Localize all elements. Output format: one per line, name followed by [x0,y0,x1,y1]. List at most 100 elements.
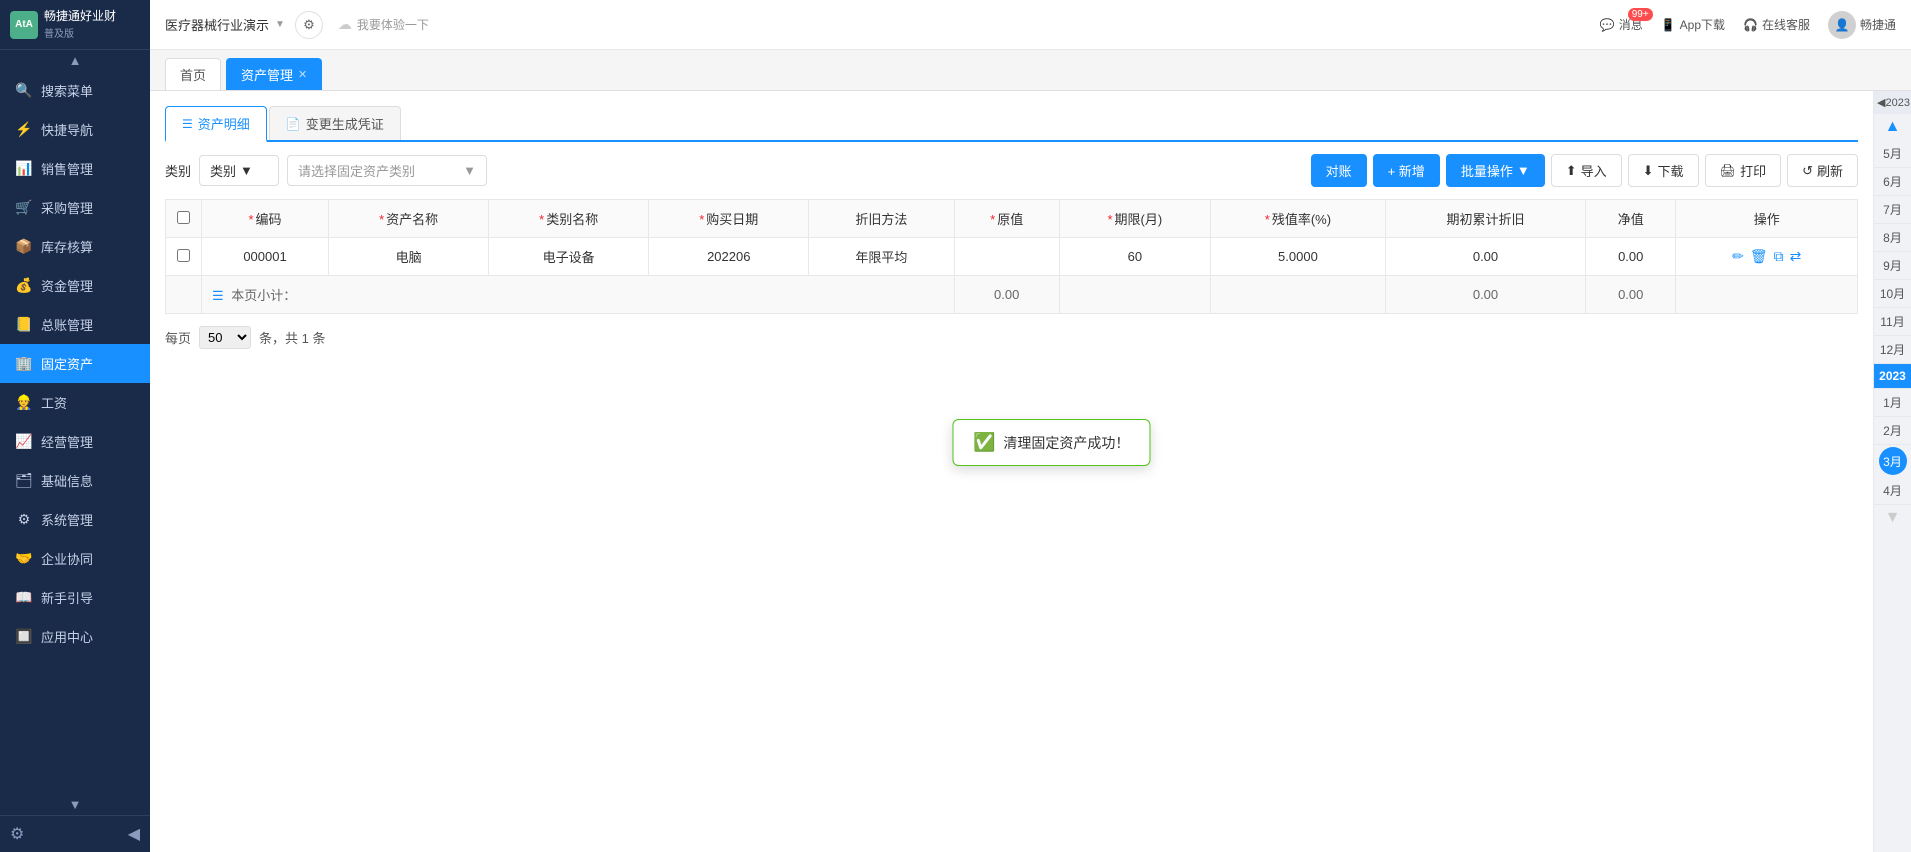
tab-close-icon[interactable]: ✕ [298,68,307,81]
sidebar-item-payroll[interactable]: 👷 工资 [0,383,150,422]
batch-button[interactable]: 批量操作 ▼ [1446,154,1545,187]
calendar-month-4[interactable]: 4月 [1874,477,1911,505]
sidebar-item-guide[interactable]: 📖 新手引导 [0,578,150,617]
subtotal-icon: ☰ [212,288,224,303]
tab-home[interactable]: 首页 [165,58,221,90]
app-icon: 📱 [1661,18,1676,32]
subtab-change-voucher-label: 变更生成凭证 [306,114,384,133]
sidebar-item-label: 固定资产 [41,354,93,373]
sidebar-item-app-center[interactable]: 🔲 应用中心 [0,617,150,656]
download-button[interactable]: ⬇ 下载 [1628,154,1699,187]
experience-link[interactable]: ☁ 我要体验一下 [338,16,429,33]
sidebar-item-enterprise[interactable]: 🤝 企业协同 [0,539,150,578]
sidebar-item-ledger[interactable]: 📒 总账管理 [0,305,150,344]
col-header-category: *类别名称 [489,200,649,238]
tab-asset-management[interactable]: 资产管理 ✕ [226,58,322,90]
dropdown-arrow-icon: ▼ [463,163,476,178]
gear-button[interactable]: ⚙ [295,11,323,39]
category-type-select[interactable]: 类别 ▼ [199,155,279,186]
calendar-month-6[interactable]: 6月 [1874,168,1911,196]
calendar-month-11[interactable]: 11月 [1874,308,1911,336]
sidebar-bottom: ⚙ ◀ [0,815,150,852]
app-download-button[interactable]: 📱 App下载 [1661,16,1725,33]
select-all-checkbox[interactable] [177,211,190,224]
message-icon: 💬 [1600,18,1615,32]
app-center-icon: 🔲 [15,628,33,646]
import-label: 导入 [1581,161,1607,180]
sidebar-item-inventory[interactable]: 📦 库存核算 [0,227,150,266]
refresh-button[interactable]: ↺ 刷新 [1787,154,1858,187]
sidebar-item-label: 总账管理 [41,315,93,334]
per-page-select[interactable]: 50 100 200 [199,326,251,349]
sidebar-item-sales[interactable]: 📊 销售管理 [0,149,150,188]
user-profile[interactable]: 👤 畅捷通 [1828,11,1896,39]
col-header-depreciation: 折旧方法 [809,200,954,238]
topbar: 医疗器械行业演示 ▼ ⚙ ☁ 我要体验一下 💬 消息 99+ 📱 App下载 🎧… [150,0,1911,50]
online-service-button[interactable]: 🎧 在线客服 [1743,16,1810,33]
sidebar-item-operations[interactable]: 📈 经营管理 [0,422,150,461]
calendar-month-2[interactable]: 2月 [1874,417,1911,445]
category-type-value: 类别 [210,161,236,180]
toolbar-right: 对账 + 新增 批量操作 ▼ ⬆ 导入 ⬇ 下载 [1311,154,1858,187]
toast-message: 清理固定资产成功！ [1003,433,1129,453]
sidebar-item-search[interactable]: 🔍 搜索菜单 [0,71,150,110]
message-badge: 99+ [1628,8,1653,21]
col-header-original-value: *原值 [954,200,1059,238]
calendar-month-1[interactable]: 1月 [1874,389,1911,417]
calendar-month-3-active[interactable]: 3月 [1879,447,1907,475]
calendar-list: ▲ 5月 6月 7月 8月 9月 10月 11月 12月 2023 1月 2月 … [1874,114,1911,852]
col-header-residual-rate: *残值率(%) [1210,200,1385,238]
avatar: 👤 [1828,11,1856,39]
sidebar-item-label: 基础信息 [41,471,93,490]
message-button[interactable]: 💬 消息 99+ [1600,16,1643,33]
panel-collapse-icon[interactable]: ◀ [1877,96,1885,109]
calendar-month-5[interactable]: 5月 [1874,140,1911,168]
category-dropdown[interactable]: 请选择固定资产类别 ▼ [287,155,487,186]
sidebar-item-fund[interactable]: 💰 资金管理 [0,266,150,305]
sidebar-item-system[interactable]: ⚙ 系统管理 [0,500,150,539]
calendar-year-2023[interactable]: 2023 [1874,364,1911,389]
cell-period: 60 [1059,238,1210,276]
subtab-asset-detail[interactable]: ☰ 资产明细 [165,106,267,142]
calendar-up-nav[interactable]: ▲ [1874,114,1911,140]
calendar-month-8[interactable]: 8月 [1874,224,1911,252]
edit-icon[interactable]: ✏ [1732,248,1744,265]
refresh-icon: ↺ [1802,163,1813,179]
calendar-month-7[interactable]: 7月 [1874,196,1911,224]
company-selector[interactable]: 医疗器械行业演示 ▼ [165,15,285,34]
import-button[interactable]: ⬆ 导入 [1551,154,1622,187]
reconcile-button[interactable]: 对账 [1311,154,1367,187]
sidebar-item-quick-nav[interactable]: ⚡ 快捷导航 [0,110,150,149]
quick-nav-icon: ⚡ [15,121,33,139]
subtotal-net: 0.00 [1585,276,1676,314]
calendar-month-10[interactable]: 10月 [1874,280,1911,308]
sidebar-item-purchase[interactable]: 🛒 采购管理 [0,188,150,227]
row-checkbox[interactable] [177,249,190,262]
subtab-change-voucher[interactable]: 📄 变更生成凭证 [269,106,401,140]
delete-icon[interactable]: 🗑 [1750,248,1768,265]
calendar-month-12[interactable]: 12月 [1874,336,1911,364]
collapse-sidebar-button[interactable]: ◀ [128,824,140,844]
asset-table: *编码 *资产名称 *类别名称 *购买日期 折旧方法 *原值 *期限(月) *残… [165,199,1858,314]
cell-code: 000001 [202,238,329,276]
enterprise-icon: 🤝 [15,550,33,568]
calendar-month-9[interactable]: 9月 [1874,252,1911,280]
print-button[interactable]: 🖨 打印 [1705,154,1782,187]
search-icon: 🔍 [15,82,33,100]
subtotal-original: 0.00 [954,276,1059,314]
sidebar-scroll-up[interactable]: ▲ [0,50,150,71]
copy-icon[interactable]: ⧉ [1774,248,1784,265]
sidebar-scroll-down[interactable]: ▼ [0,794,150,815]
system-icon: ⚙ [15,511,33,529]
sidebar-item-fixed-assets[interactable]: 🏢 固定资产 [0,344,150,383]
new-button[interactable]: + 新增 [1373,154,1440,187]
panel-header: ◀ 2023.03 ▶ [1874,91,1911,114]
sidebar-item-label: 应用中心 [41,627,93,646]
settings-bottom-button[interactable]: ⚙ [10,824,24,844]
sidebar-item-basic-info[interactable]: 🗂 基础信息 [0,461,150,500]
sidebar-item-label: 系统管理 [41,510,93,529]
calendar-down-nav[interactable]: ▼ [1874,505,1911,531]
col-header-net-value: 净值 [1585,200,1676,238]
subtabs: ☰ 资产明细 📄 变更生成凭证 [165,106,1858,142]
more-icon[interactable]: ⇄ [1790,248,1802,265]
